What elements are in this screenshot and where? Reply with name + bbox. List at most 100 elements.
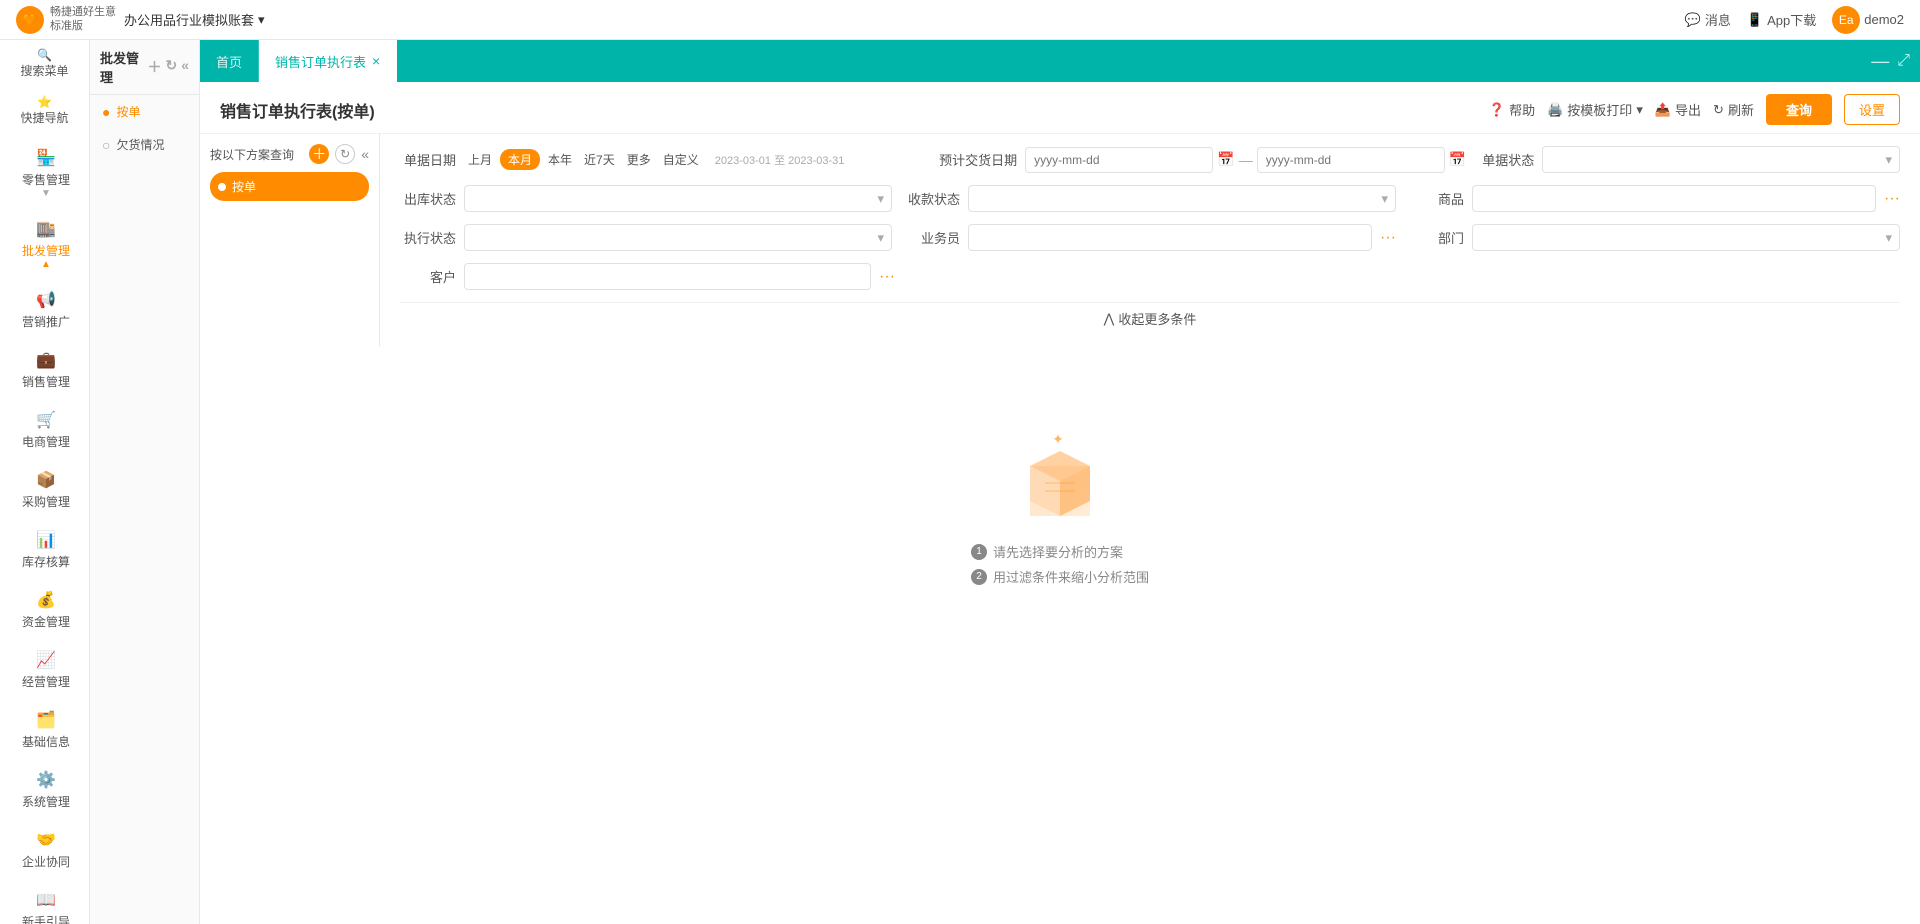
empty-state: ✦ 请先选择要分析的方案 用过滤条件来缩小分析范围 [200,346,1920,672]
guide-icon: 📖 [36,890,56,910]
customer-input[interactable] [464,263,871,290]
help-icon: ❓ [1489,102,1505,118]
refresh-button[interactable]: ↻ 刷新 [1713,100,1754,119]
circle-icon: ● [102,104,110,120]
calendar-start-icon[interactable]: 📅 [1217,151,1234,168]
doc-status-select[interactable] [1542,146,1900,173]
add-scheme-icon[interactable]: ＋ [147,57,161,77]
dept-select[interactable] [1472,224,1900,251]
empty-hints: 请先选择要分析的方案 用过滤条件来缩小分析范围 [971,542,1149,592]
salesperson-input[interactable] [968,224,1372,251]
sub-sidebar-header: 批发管理 ＋ ↻ « [90,40,199,95]
sub-sidebar-item-backorder[interactable]: ○ 欠货情况 [90,128,199,161]
tab-close-icon[interactable]: × [372,53,380,69]
exec-status-select[interactable] [464,224,892,251]
user-avatar-button[interactable]: Ea demo2 [1832,6,1904,34]
sidebar-item-finance[interactable]: 💰 资金管理 [0,580,89,640]
sidebar-item-marketing[interactable]: 📢 营销推广 [0,280,89,340]
filter-row-3: 执行状态 ▾ 业务员 ··· [400,224,1900,251]
product-more-icon[interactable]: ··· [1884,190,1900,208]
filter-scheme-actions: ＋ ↻ « [309,144,369,164]
sidebar-item-purchase[interactable]: 📦 采购管理 [0,460,89,520]
svg-text:✦: ✦ [1052,431,1064,447]
filter-right: 单据日期 上月 本月 本年 近7天 更多 自定义 2023-03-01 至 20… [380,134,1920,346]
refresh-scheme-button[interactable]: ↻ [335,144,355,164]
scheme-item-by-order[interactable]: 按单 [210,172,369,201]
basic-info-icon: 🗂️ [36,710,56,730]
salesperson-more-icon[interactable]: ··· [1380,229,1396,247]
delivery-date-end-input[interactable] [1257,147,1445,173]
search-menu-item[interactable]: 🔍 搜索菜单 [0,40,89,87]
date-tab-custom[interactable]: 自定义 [659,149,703,170]
customer-more-icon[interactable]: ··· [879,268,895,286]
sidebar-item-ecommerce[interactable]: 🛒 电商管理 [0,400,89,460]
date-tab-7days[interactable]: 近7天 [580,149,619,170]
ship-status-select[interactable] [464,185,892,212]
export-button[interactable]: 📤 导出 [1655,100,1701,119]
date-tab-more[interactable]: 更多 [623,149,655,170]
date-tab-this-month[interactable]: 本月 [500,149,540,170]
sidebar-item-sales[interactable]: 💼 销售管理 [0,340,89,400]
filter-row-1: 单据日期 上月 本月 本年 近7天 更多 自定义 2023-03-01 至 20… [400,146,1900,173]
sidebar-item-operations[interactable]: 📈 经营管理 [0,640,89,700]
doc-date-label: 单据日期 [400,150,456,169]
app-download-button[interactable]: 📱 App下载 [1747,10,1816,29]
star-icon: ⭐ [0,95,89,109]
sidebar-item-retail[interactable]: 🏪 零售管理 ▼ [0,138,89,209]
empty-hint-1: 请先选择要分析的方案 [971,542,1149,561]
empty-illustration: ✦ [1000,426,1120,526]
calendar-end-icon[interactable]: 📅 [1449,151,1466,168]
doc-status-select-wrapper: ▾ [1542,146,1900,173]
page-title: 销售订单执行表(按单) [220,98,375,122]
ship-status-label: 出库状态 [400,189,456,208]
filter-row-2: 出库状态 ▾ 收款状态 [400,185,1900,212]
add-scheme-button[interactable]: ＋ [309,144,329,164]
retail-icon: 🏪 [36,148,56,168]
sidebar-item-enterprise[interactable]: 🤝 企业协同 [0,820,89,880]
customer-label: 客户 [400,267,456,286]
tab-home[interactable]: 首页 [200,40,259,82]
payment-status-label: 收款状态 [904,189,960,208]
topbar-right: 💬 消息 📱 App下载 Ea demo2 [1685,6,1904,34]
query-button[interactable]: 查询 [1766,94,1832,125]
refresh-scheme-icon[interactable]: ↻ [165,57,177,77]
date-tab-this-year[interactable]: 本年 [544,149,576,170]
collapse-more-button[interactable]: ⋀ 收起更多条件 [400,302,1900,334]
circle-outline-icon: ○ [102,137,110,153]
purchase-icon: 📦 [36,470,56,490]
logo-text: 畅捷通好生意 标准版 [50,6,116,32]
product-input[interactable] [1472,185,1876,212]
sidebar-item-system[interactable]: ⚙️ 系统管理 [0,760,89,820]
minimize-icon[interactable]: — [1871,51,1889,72]
help-button[interactable]: ❓ 帮助 [1489,100,1535,119]
download-icon: 📱 [1747,12,1763,28]
filter-delivery-date-range: 📅 — 📅 [1025,147,1466,173]
collapse-scheme-button[interactable]: « [361,146,369,162]
app-selector[interactable]: 办公用品行业模拟账套 ▾ [124,10,265,29]
logo-area: 🧡 畅捷通好生意 标准版 [16,6,116,34]
sidebar-item-guide[interactable]: 📖 新手引导 [0,880,89,924]
sub-sidebar-item-by-order[interactable]: ● 按单 [90,95,199,128]
payment-status-select[interactable] [968,185,1396,212]
settings-button[interactable]: 设置 [1844,94,1900,125]
sidebar-item-inventory[interactable]: 📊 库存核算 [0,520,89,580]
maximize-icon[interactable]: ⤢ [1897,52,1910,70]
quick-nav-item[interactable]: ⭐ 快捷导航 [0,87,89,134]
delivery-date-start-input[interactable] [1025,147,1213,173]
avatar: Ea [1832,6,1860,34]
date-separator: — [1239,152,1253,168]
chevron-up-icon: ▲ [41,259,51,270]
message-button[interactable]: 💬 消息 [1685,10,1731,29]
tab-sales-order[interactable]: 销售订单执行表 × [259,40,397,82]
system-icon: ⚙️ [36,770,56,790]
empty-svg-icon: ✦ [1000,426,1120,526]
filter-field-product: 商品 ··· [1408,185,1900,212]
page-actions: ❓ 帮助 🖨️ 按模板打印 ▾ 📤 导出 ↻ 刷新 [1489,94,1900,125]
chevron-up-icon: ⋀ [1104,311,1115,327]
empty-hint-2: 用过滤条件来缩小分析范围 [971,567,1149,586]
print-button[interactable]: 🖨️ 按模板打印 ▾ [1547,100,1643,119]
date-tab-last-month[interactable]: 上月 [464,149,496,170]
collapse-sidebar-icon[interactable]: « [181,57,189,77]
sidebar-item-wholesale[interactable]: 🏬 批发管理 ▲ [0,209,89,280]
sidebar-item-basic-info[interactable]: 🗂️ 基础信息 [0,700,89,760]
